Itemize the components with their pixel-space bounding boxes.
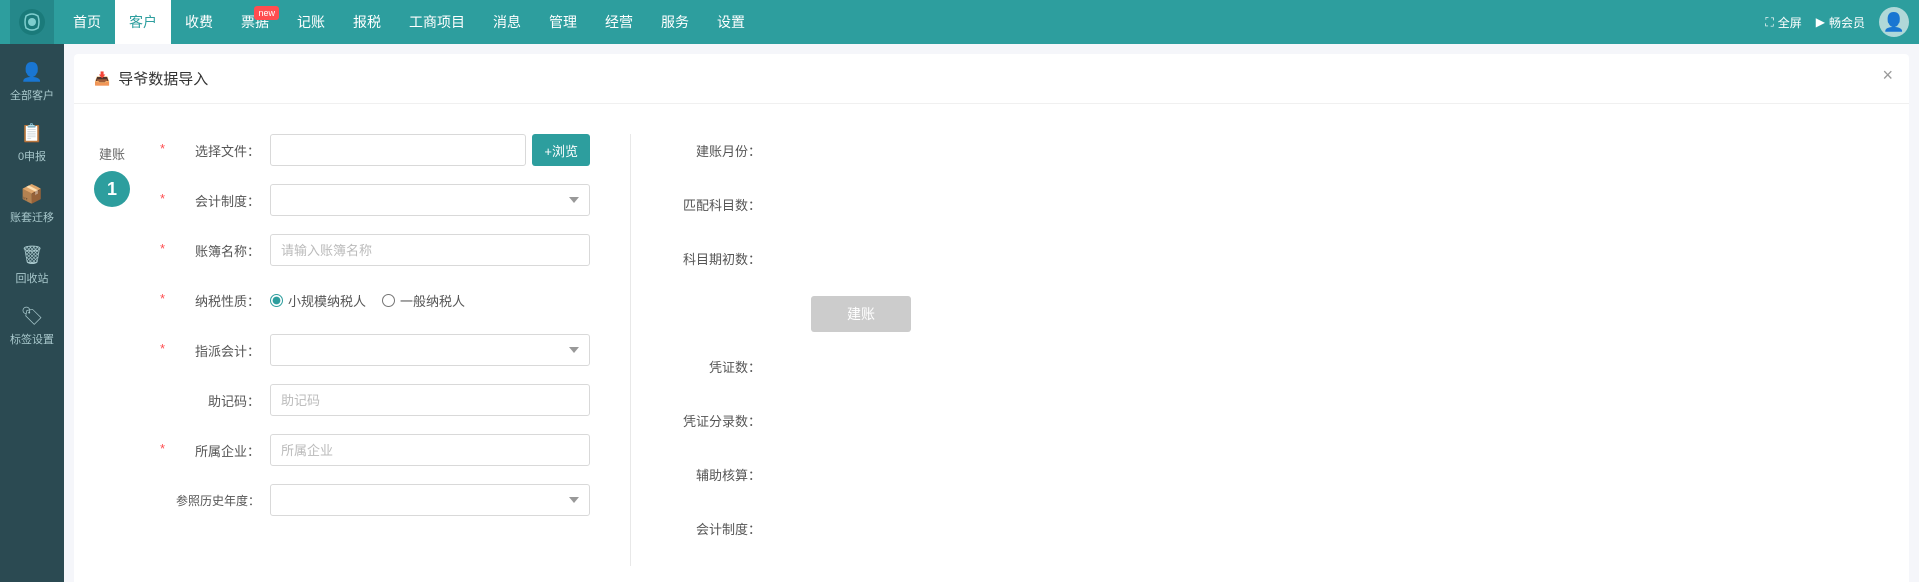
card-header: 📥 导爷数据导入 × [74, 54, 1909, 104]
nav-items: 首页 客户 收费 票据 new 记账 报税 工商项目 消息 管理 经营 服务 设… [59, 0, 1765, 44]
member-button[interactable]: ▶ 畅会员 [1816, 14, 1865, 31]
history-year-row: 参照历史年度： [170, 484, 590, 516]
initial-subject-row: 科目期初数： [671, 242, 1051, 274]
top-navigation: 首页 客户 收费 票据 new 记账 报税 工商项目 消息 管理 经营 服务 设… [0, 0, 1919, 44]
declare-icon: 📋 [21, 123, 43, 144]
initial-subject-label: 科目期初数： [671, 249, 761, 268]
fullscreen-button[interactable]: ⛶ 全屏 [1765, 14, 1801, 31]
member-icon: ▶ [1816, 15, 1825, 29]
form-area: 建账 1 选择文件： +浏览 会计制度： [74, 104, 1909, 582]
nav-right: ⛶ 全屏 ▶ 畅会员 👤 [1765, 7, 1909, 37]
select-file-label: 选择文件： [170, 141, 260, 160]
company-row: 所属企业： [170, 434, 590, 466]
general-taxpayer-option[interactable]: 一般纳税人 [382, 291, 465, 310]
logo[interactable] [10, 0, 54, 44]
ledger-name-label: 账簿名称： [170, 241, 260, 260]
nav-customer[interactable]: 客户 [115, 0, 171, 44]
form-divider [630, 134, 631, 566]
sidebar-item-all-customers[interactable]: 👤 全部客户 [0, 52, 64, 113]
assign-accountant-row: 指派会计： [170, 334, 590, 366]
tax-type-radio-group: 小规模纳税人 一般纳税人 [270, 291, 465, 310]
match-subject-label: 匹配科目数： [671, 195, 761, 214]
accounting-system-label: 会计制度： [170, 191, 260, 210]
nav-tax[interactable]: 报税 [339, 0, 395, 44]
card-title: 导爷数据导入 [118, 68, 208, 89]
select-file-row: 选择文件： +浏览 [170, 134, 590, 166]
general-taxpayer-label: 一般纳税人 [400, 291, 465, 310]
form-left: 选择文件： +浏览 会计制度： [170, 134, 590, 566]
step-indicator: 建账 1 [94, 134, 130, 566]
company-input[interactable] [270, 434, 590, 466]
avatar-icon: 👤 [1883, 12, 1905, 33]
build-btn-container: 建账 [671, 296, 1051, 332]
voucher-records-row: 凭证分录数： [671, 404, 1051, 436]
assign-accountant-label: 指派会计： [170, 341, 260, 360]
sidebar-item-tag-settings[interactable]: 🏷 标签设置 [0, 296, 64, 357]
migrate-icon: 📦 [21, 184, 43, 205]
small-taxpayer-radio[interactable] [270, 294, 283, 307]
close-button[interactable]: × [1882, 66, 1893, 84]
step-label: 建账 [99, 144, 125, 163]
history-year-select[interactable] [270, 484, 590, 516]
sidebar-item-declare[interactable]: 📋 0申报 [0, 113, 64, 174]
nav-home[interactable]: 首页 [59, 0, 115, 44]
match-subject-row: 匹配科目数： [671, 188, 1051, 220]
memo-code-label: 助记码： [170, 391, 260, 410]
auxiliary-accounting-row: 辅助核算： [671, 458, 1051, 490]
fullscreen-icon: ⛶ [1765, 15, 1773, 30]
general-taxpayer-radio[interactable] [382, 294, 395, 307]
company-label: 所属企业： [170, 441, 260, 460]
nav-manage[interactable]: 管理 [535, 0, 591, 44]
ledger-name-row: 账簿名称： [170, 234, 590, 266]
tax-type-label: 纳税性质： [170, 291, 260, 310]
memo-code-input[interactable] [270, 384, 590, 416]
history-year-label: 参照历史年度： [170, 492, 260, 509]
voucher-count-label: 凭证数： [671, 357, 761, 376]
small-taxpayer-label: 小规模纳税人 [288, 291, 366, 310]
main-layout: 👤 全部客户 📋 0申报 📦 账套迁移 🗑 回收站 🏷 标签设置 📥 导爷数据导… [0, 44, 1919, 582]
accounting-system-select[interactable] [270, 184, 590, 216]
nav-invoice[interactable]: 票据 new [227, 0, 283, 44]
accounting-system-row: 会计制度： [170, 184, 590, 216]
auxiliary-accounting-label: 辅助核算： [671, 465, 761, 484]
card-title-icon: 📥 [94, 71, 110, 87]
nav-accounts[interactable]: 记账 [283, 0, 339, 44]
step-circle: 1 [94, 171, 130, 207]
memo-code-row: 助记码： [170, 384, 590, 416]
build-button[interactable]: 建账 [811, 296, 911, 332]
import-card: 📥 导爷数据导入 × 建账 1 选择文件： [74, 54, 1909, 582]
file-input[interactable] [270, 134, 526, 166]
invoice-badge: new [254, 6, 279, 20]
voucher-records-label: 凭证分录数： [671, 411, 761, 430]
accounting-system-r-row: 会计制度： [671, 512, 1051, 544]
nav-service[interactable]: 服务 [647, 0, 703, 44]
sidebar-item-migrate[interactable]: 📦 账套迁移 [0, 174, 64, 235]
main-content: 📥 导爷数据导入 × 建账 1 选择文件： [64, 44, 1919, 582]
recycle-icon: 🗑 [21, 245, 44, 266]
small-taxpayer-option[interactable]: 小规模纳税人 [270, 291, 366, 310]
nav-operation[interactable]: 经营 [591, 0, 647, 44]
nav-business[interactable]: 工商项目 [395, 0, 479, 44]
build-month-label: 建账月份： [671, 141, 761, 160]
tag-settings-icon: 🏷 [21, 306, 44, 327]
build-month-row: 建账月份： [671, 134, 1051, 166]
all-customers-icon: 👤 [21, 62, 43, 83]
nav-message[interactable]: 消息 [479, 0, 535, 44]
user-avatar[interactable]: 👤 [1879, 7, 1909, 37]
nav-settings[interactable]: 设置 [703, 0, 759, 44]
sidebar: 👤 全部客户 📋 0申报 📦 账套迁移 🗑 回收站 🏷 标签设置 [0, 44, 64, 582]
file-input-group: +浏览 [270, 134, 590, 166]
sidebar-item-recycle[interactable]: 🗑 回收站 [0, 235, 64, 296]
tax-type-row: 纳税性质： 小规模纳税人 一般纳税人 [170, 284, 590, 316]
voucher-count-row: 凭证数： [671, 350, 1051, 382]
browse-button[interactable]: +浏览 [532, 134, 590, 166]
assign-accountant-select[interactable] [270, 334, 590, 366]
form-right: 建账月份： 匹配科目数： 科目期初数： 建账 [671, 134, 1051, 566]
accounting-system-r-label: 会计制度： [671, 519, 761, 538]
ledger-name-input[interactable] [270, 234, 590, 266]
nav-fee[interactable]: 收费 [171, 0, 227, 44]
